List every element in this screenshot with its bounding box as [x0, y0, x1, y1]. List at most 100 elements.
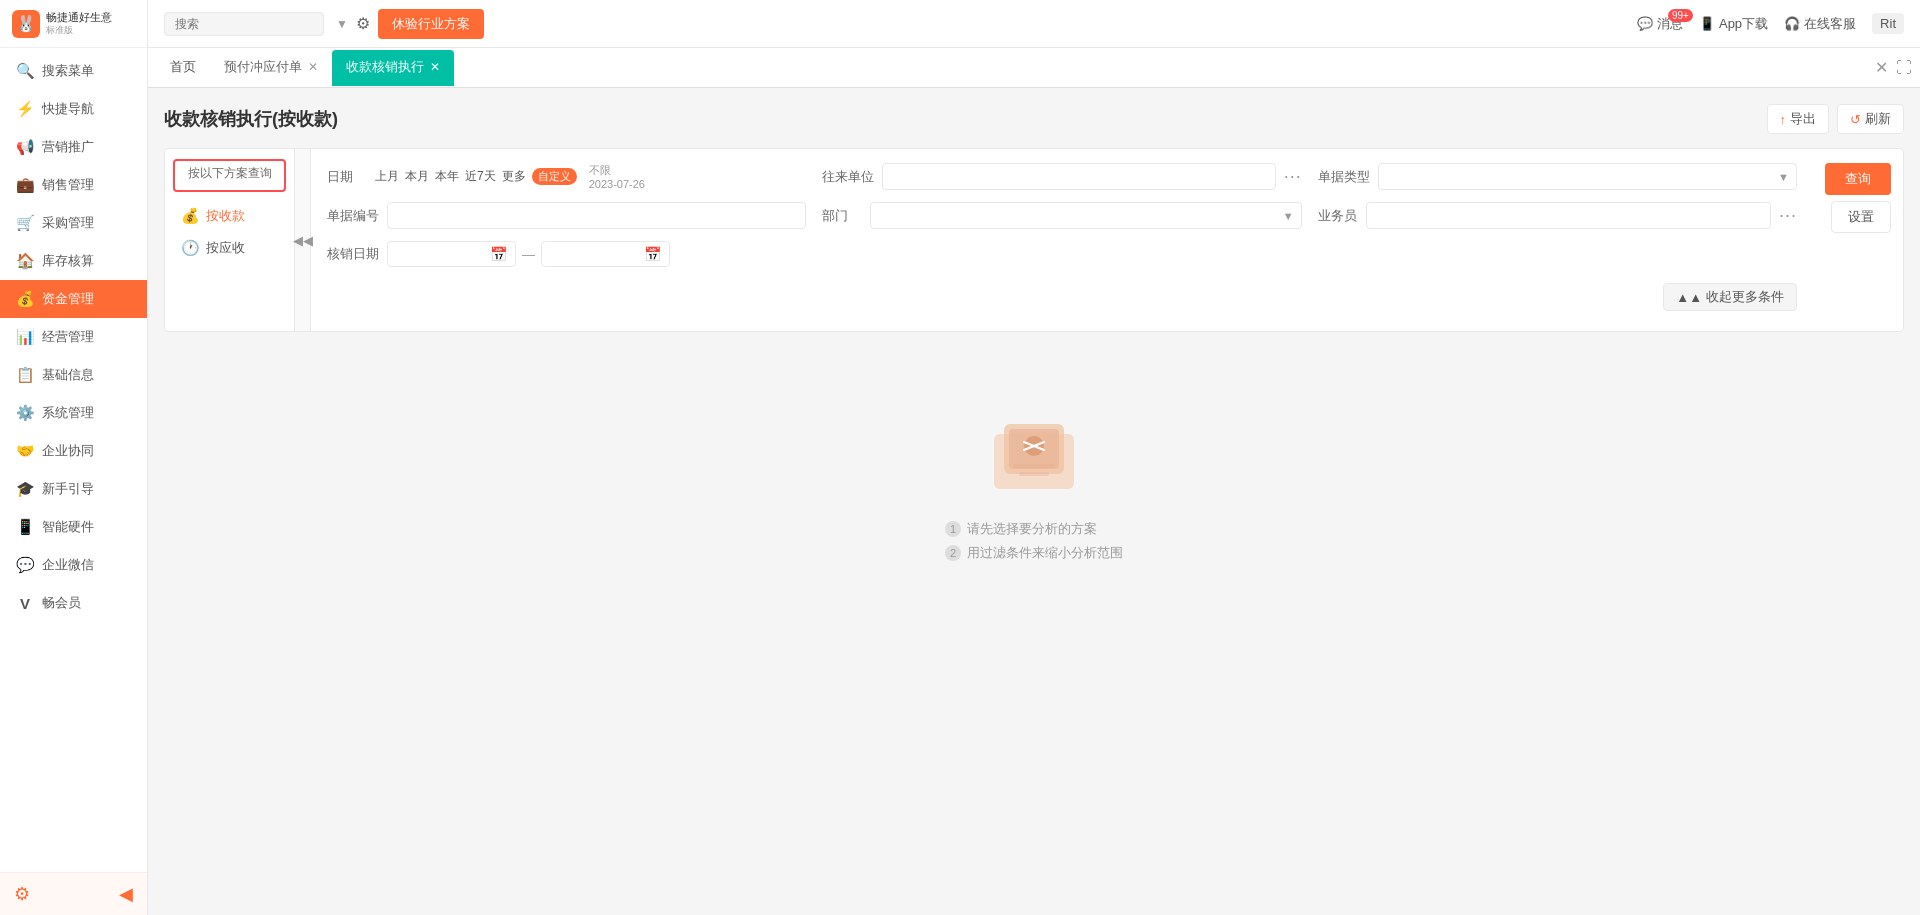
collapse-sidebar-icon[interactable]: ◀	[119, 883, 133, 905]
refresh-button[interactable]: ↺ 刷新	[1837, 104, 1904, 134]
export-button[interactable]: ↑ 导出	[1767, 104, 1830, 134]
topbar-search-input[interactable]	[164, 12, 324, 36]
finance-icon: 💰	[16, 290, 34, 308]
tip-text-2: 用过滤条件来缩小分析范围	[967, 544, 1123, 562]
sidebar-item-finance[interactable]: 💰 资金管理	[0, 280, 147, 318]
date-custom-badge[interactable]: 自定义	[532, 168, 577, 185]
sidebar-bottom: ⚙ ◀	[0, 872, 147, 915]
sidebar: 🐰 畅捷通好生意 标准版 🔍 搜索菜单 ⚡ 快捷导航 📢 营销推广 💼 销售管理…	[0, 0, 148, 915]
filter-option-by-receivable[interactable]: 🕐 按应收	[165, 232, 294, 264]
date-more[interactable]: 更多	[502, 168, 526, 185]
close-all-tabs-icon[interactable]: ✕	[1875, 58, 1888, 77]
svg-rect-6	[1014, 464, 1054, 468]
doctype-select[interactable]	[1378, 163, 1797, 190]
tabbar: 首页 预付冲应付单 ✕ 收款核销执行 ✕ ✕ ⛶	[148, 48, 1920, 88]
online-service-button[interactable]: 🎧 在线客服	[1784, 15, 1856, 33]
verify-date-from-input[interactable]: 2023-03-01	[396, 247, 486, 262]
date-this-year[interactable]: 本年	[435, 168, 459, 185]
filter-option-label: 按收款	[206, 207, 245, 225]
management-icon: 📊	[16, 328, 34, 346]
settings-icon[interactable]: ⚙	[14, 883, 30, 905]
receipt-filter-icon: 💰	[181, 207, 200, 225]
date-this-month[interactable]: 本月	[405, 168, 429, 185]
dept-select[interactable]	[870, 202, 1301, 229]
sidebar-item-quick[interactable]: ⚡ 快捷导航	[0, 90, 147, 128]
guide-icon: 🎓	[16, 480, 34, 498]
sidebar-item-label: 销售管理	[42, 176, 94, 194]
docno-filter-group: 单据编号	[327, 202, 806, 229]
hardware-icon: 📱	[16, 518, 34, 536]
sidebar-item-label: 新手引导	[42, 480, 94, 498]
query-button[interactable]: 查询	[1825, 163, 1891, 195]
sidebar-item-purchase[interactable]: 🛒 采购管理	[0, 204, 147, 242]
collapse-bar: ▲▲ 收起更多条件	[327, 279, 1797, 317]
fullscreen-icon[interactable]: ⛶	[1896, 59, 1912, 77]
empty-tips: 1 请先选择要分析的方案 2 用过滤条件来缩小分析范围	[945, 520, 1123, 562]
app-version: 标准版	[46, 24, 112, 37]
filter-row-3: 核销日期 2023-03-01 📅 — 2023-07-21 📅	[327, 241, 1797, 267]
staff-filter-group: 业务员 ···	[1318, 202, 1797, 229]
date-range-separator: —	[522, 247, 535, 262]
partner-ellipsis-button[interactable]: ···	[1284, 166, 1302, 187]
collapse-up-icon: ▲▲	[1676, 290, 1702, 305]
sidebar-item-management[interactable]: 📊 经营管理	[0, 318, 147, 356]
sidebar-item-hardware[interactable]: 📱 智能硬件	[0, 508, 147, 546]
sidebar-item-label: 资金管理	[42, 290, 94, 308]
app-name: 畅捷通好生意	[46, 10, 112, 24]
calendar-to-icon[interactable]: 📅	[644, 246, 661, 262]
service-icon: 🎧	[1784, 16, 1800, 31]
receivable-filter-icon: 🕐	[181, 239, 200, 257]
tab-verify[interactable]: 收款核销执行 ✕	[332, 50, 454, 86]
filter-option-by-receipt[interactable]: 💰 按收款	[165, 200, 294, 232]
industry-solution-button[interactable]: 休验行业方案	[378, 9, 484, 39]
staff-input[interactable]	[1366, 202, 1771, 229]
tab-prepay-close-icon[interactable]: ✕	[308, 60, 318, 74]
sidebar-item-marketing[interactable]: 📢 营销推广	[0, 128, 147, 166]
sidebar-item-label: 经营管理	[42, 328, 94, 346]
svg-rect-7	[1019, 472, 1049, 476]
sidebar-item-sales[interactable]: 💼 销售管理	[0, 166, 147, 204]
partner-input[interactable]	[882, 163, 1275, 190]
tab-home[interactable]: 首页	[156, 50, 210, 86]
tip-num-1: 1	[945, 521, 961, 537]
topbar-gear-icon[interactable]: ⚙	[356, 14, 370, 33]
docno-input[interactable]	[387, 202, 806, 229]
collapse-more-button[interactable]: ▲▲ 收起更多条件	[1663, 283, 1797, 311]
staff-ellipsis-button[interactable]: ···	[1779, 205, 1797, 226]
sidebar-item-inventory[interactable]: 🏠 库存核算	[0, 242, 147, 280]
verify-date-range: 2023-03-01 📅 — 2023-07-21 📅	[387, 241, 670, 267]
date-last-month[interactable]: 上月	[375, 168, 399, 185]
collapse-more-label: 收起更多条件	[1706, 288, 1784, 306]
topbar-dropdown-icon[interactable]: ▼	[336, 17, 348, 31]
sidebar-item-search[interactable]: 🔍 搜索菜单	[0, 52, 147, 90]
sidebar-item-label: 库存核算	[42, 252, 94, 270]
logo-icon: 🐰	[12, 10, 40, 38]
header-actions: ↑ 导出 ↺ 刷新	[1767, 104, 1905, 134]
calendar-from-icon[interactable]: 📅	[490, 246, 507, 262]
quick-nav-icon: ⚡	[16, 100, 34, 118]
user-profile[interactable]: Rit	[1872, 13, 1904, 34]
refresh-icon: ↺	[1850, 112, 1861, 127]
sidebar-item-guide[interactable]: 🎓 新手引导	[0, 470, 147, 508]
verify-date-to-input[interactable]: 2023-07-21	[550, 247, 640, 262]
sidebar-item-member[interactable]: V 畅会员	[0, 584, 147, 622]
settings-button[interactable]: 设置	[1831, 201, 1891, 233]
page-header: 收款核销执行(按收款) ↑ 导出 ↺ 刷新	[164, 104, 1904, 134]
sidebar-item-basic[interactable]: 📋 基础信息	[0, 356, 147, 394]
date-last-7days[interactable]: 近7天	[465, 168, 496, 185]
message-button[interactable]: 💬 消息 99+	[1637, 15, 1683, 33]
filter-toggle[interactable]: ◀◀	[295, 149, 311, 331]
dept-label: 部门	[822, 207, 862, 225]
sidebar-item-label: 采购管理	[42, 214, 94, 232]
app-download-button[interactable]: 📱 App下载	[1699, 15, 1768, 33]
sidebar-item-collab[interactable]: 🤝 企业协同	[0, 432, 147, 470]
member-icon: V	[16, 595, 34, 612]
query-area: 查询 设置	[1813, 149, 1903, 331]
purchase-icon: 🛒	[16, 214, 34, 232]
tab-prepay[interactable]: 预付冲应付单 ✕	[210, 50, 332, 86]
doctype-label: 单据类型	[1318, 168, 1370, 186]
sidebar-item-wechat[interactable]: 💬 企业微信	[0, 546, 147, 584]
sidebar-nav: 🔍 搜索菜单 ⚡ 快捷导航 📢 营销推广 💼 销售管理 🛒 采购管理 🏠 库存核…	[0, 48, 147, 872]
sidebar-item-system[interactable]: ⚙️ 系统管理	[0, 394, 147, 432]
tab-verify-close-icon[interactable]: ✕	[430, 60, 440, 74]
